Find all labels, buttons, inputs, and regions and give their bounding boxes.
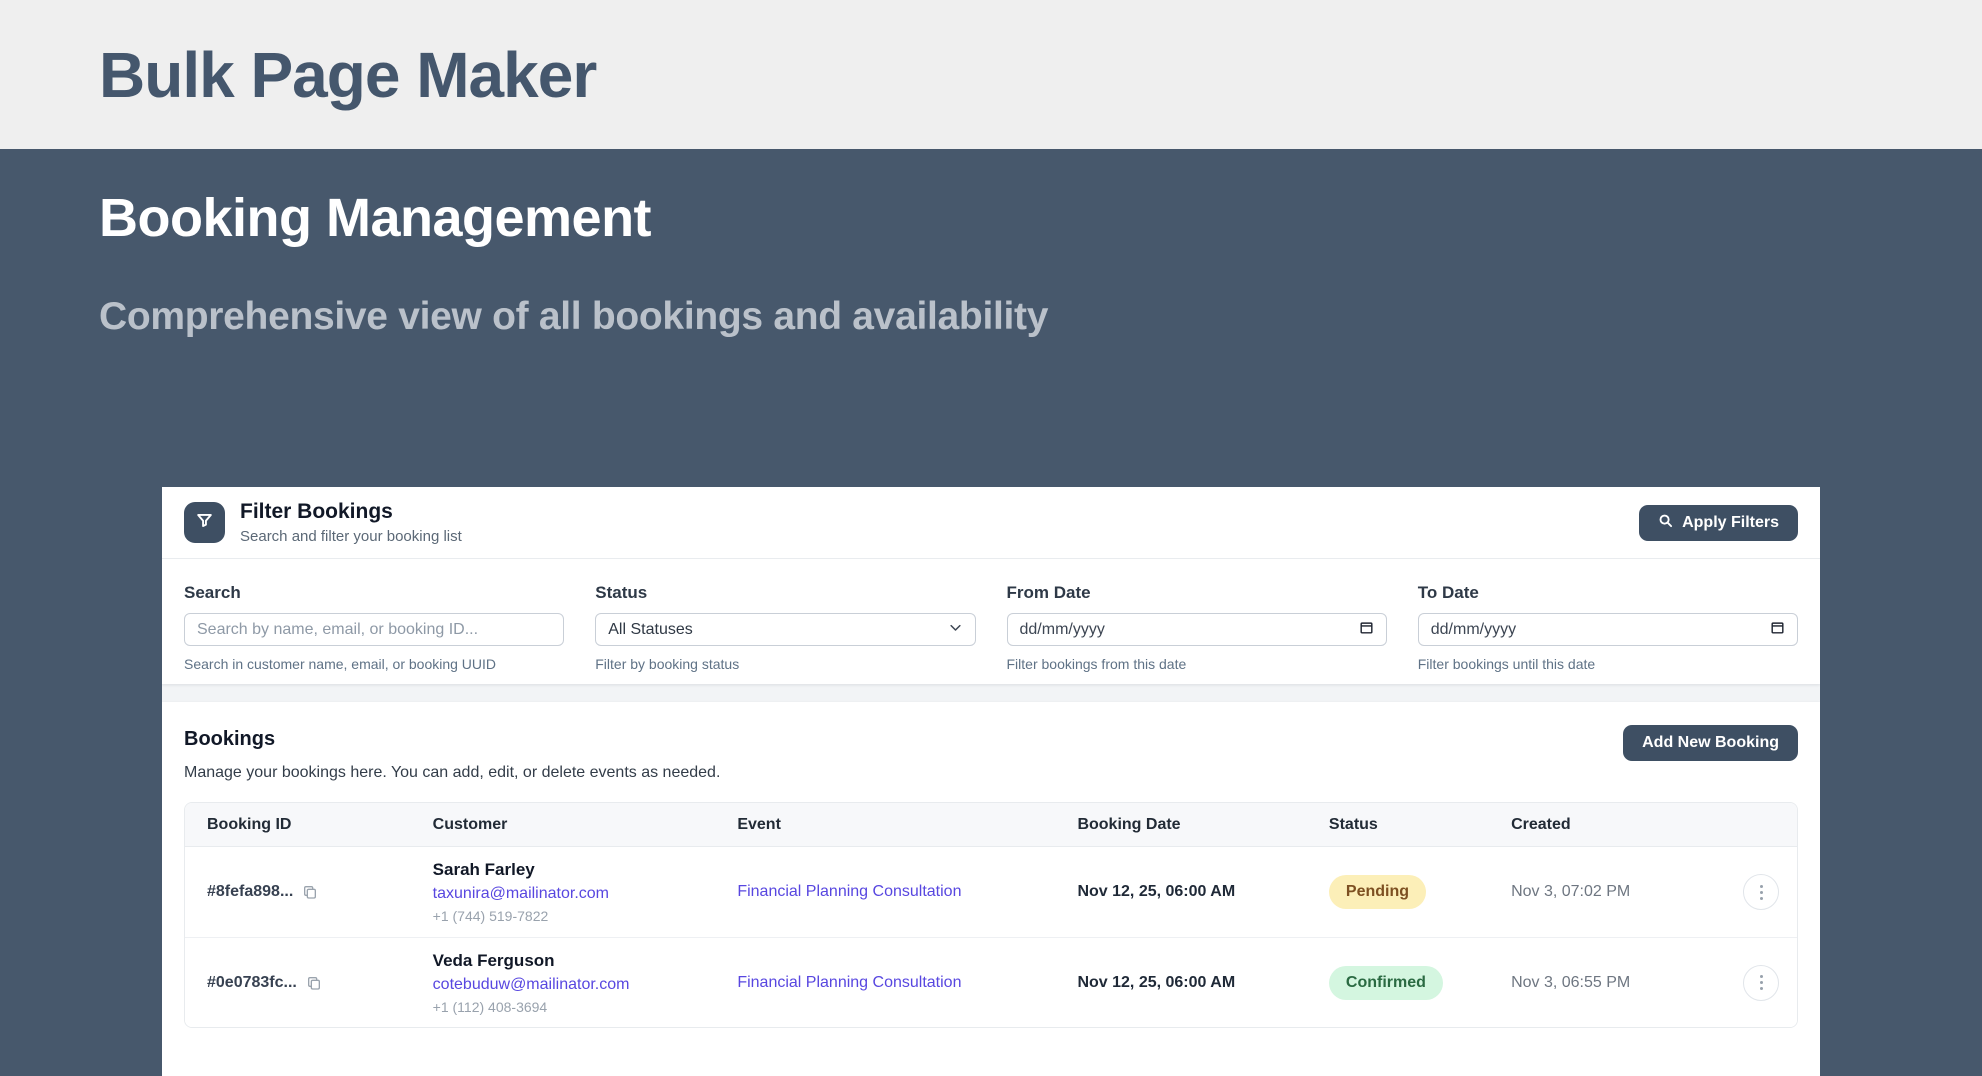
calendar-icon: [1359, 620, 1374, 640]
filter-title: Filter Bookings: [240, 500, 393, 523]
copy-icon[interactable]: [302, 884, 318, 900]
copy-icon[interactable]: [306, 975, 322, 991]
col-header-customer: Customer: [432, 815, 508, 833]
booking-id: #0e0783fc...: [207, 973, 297, 991]
bookings-header: Bookings Manage your bookings here. You …: [162, 702, 1820, 782]
bookings-card: Bookings Manage your bookings here. You …: [162, 702, 1820, 1076]
from-date-help: Filter bookings from this date: [1006, 656, 1187, 672]
status-field-group: Status All Statuses Filter by booking st…: [595, 583, 976, 672]
booking-id: #8fefa898...: [207, 883, 294, 900]
customer-phone: +1 (112) 408-3694: [432, 998, 548, 1015]
created-at: Nov 3, 06:55 PM: [1511, 973, 1631, 991]
search-icon: [1658, 513, 1673, 533]
booking-date: Nov 12, 25, 06:00 AM: [1077, 973, 1236, 991]
customer-phone: +1 (744) 519-7822: [432, 908, 549, 924]
apply-filters-button[interactable]: Apply Filters: [1639, 504, 1798, 541]
customer-cell: Veda Ferguson cotebuduw@mailinator.com +…: [411, 951, 716, 1015]
filter-fields: Search Search in customer name, email, o…: [162, 559, 1820, 672]
app-header: Bulk Page Maker: [0, 0, 1982, 149]
add-new-booking-label: Add New Booking: [1642, 734, 1779, 751]
from-date-value: dd/mm/yyyy: [1019, 620, 1105, 638]
booking-date: Nov 12, 25, 06:00 AM: [1077, 883, 1236, 900]
table-row: #0e0783fc... Veda Ferguson cotebuduw@mai…: [185, 937, 1797, 1027]
status-cell: Pending: [1307, 875, 1489, 909]
actions-cell: [1668, 874, 1797, 910]
search-input[interactable]: [184, 613, 565, 646]
status-select-value: All Statuses: [608, 620, 693, 638]
filter-icon-box: [184, 502, 225, 543]
from-date-label: From Date: [1006, 583, 1091, 602]
status-badge: Confirmed: [1328, 965, 1443, 1000]
search-help: Search in customer name, email, or booki…: [184, 656, 497, 672]
event-link[interactable]: Financial Planning Consultation: [715, 883, 1055, 901]
to-date-value: dd/mm/yyyy: [1430, 620, 1517, 638]
to-date-label: To Date: [1417, 583, 1479, 602]
customer-email-link[interactable]: cotebuduw@mailinator.com: [433, 976, 716, 994]
col-header-event: Event: [737, 815, 781, 833]
search-field-group: Search Search in customer name, email, o…: [184, 583, 565, 672]
from-date-field-group: From Date dd/mm/yyyy Filter bookings fro…: [1006, 583, 1387, 672]
booking-id-cell: #8fefa898...: [185, 883, 411, 901]
bookings-title: Bookings: [184, 728, 276, 750]
funnel-icon: [195, 511, 214, 535]
col-header-status: Status: [1328, 815, 1378, 833]
apply-filters-label: Apply Filters: [1682, 513, 1779, 531]
status-select[interactable]: All Statuses: [595, 613, 976, 646]
to-date-help: Filter bookings until this date: [1417, 656, 1596, 672]
status-cell: Confirmed: [1307, 965, 1489, 1000]
col-header-created: Created: [1511, 815, 1571, 833]
app-title: Bulk Page Maker: [99, 38, 597, 111]
actions-cell: [1668, 964, 1797, 1001]
col-header-booking-id: Booking ID: [207, 815, 292, 833]
page-subtitle: Comprehensive view of all bookings and a…: [99, 295, 1049, 338]
hero-section: Booking Management Comprehensive view of…: [0, 149, 1982, 339]
add-new-booking-button[interactable]: Add New Booking: [1623, 725, 1798, 761]
bookings-table: Booking ID Customer Event Booking Date S…: [184, 802, 1798, 1028]
calendar-icon: [1770, 620, 1785, 640]
col-header-booking-date: Booking Date: [1077, 815, 1181, 833]
filter-card-header: Filter Bookings Search and filter your b…: [162, 487, 1820, 559]
booking-id-cell: #0e0783fc...: [185, 974, 411, 992]
status-label: Status: [595, 583, 648, 602]
customer-name: Veda Ferguson: [432, 950, 555, 970]
to-date-input[interactable]: dd/mm/yyyy: [1417, 613, 1798, 646]
customer-name: Sarah Farley: [432, 860, 535, 879]
row-actions-kebab-icon[interactable]: [1743, 964, 1779, 1001]
customer-cell: Sarah Farley taxunira@mailinator.com +1 …: [411, 860, 716, 924]
status-badge: Pending: [1328, 875, 1427, 909]
chevron-down-icon: [948, 620, 963, 640]
row-actions-kebab-icon[interactable]: [1743, 874, 1779, 910]
table-row: #8fefa898... Sarah Farley taxunira@maili…: [185, 847, 1797, 937]
to-date-field-group: To Date dd/mm/yyyy Filter bookings until…: [1417, 583, 1798, 672]
content-column: Filter Bookings Search and filter your b…: [162, 487, 1820, 1076]
bookings-description: Manage your bookings here. You can add, …: [184, 764, 721, 781]
event-link[interactable]: Financial Planning Consultation: [715, 974, 1055, 992]
created-at: Nov 3, 07:02 PM: [1511, 883, 1631, 900]
search-label: Search: [184, 583, 241, 602]
page-title: Booking Management: [99, 188, 652, 248]
filter-subtitle: Search and filter your booking list: [240, 528, 462, 545]
customer-email-link[interactable]: taxunira@mailinator.com: [433, 885, 716, 903]
table-header-row: Booking ID Customer Event Booking Date S…: [185, 803, 1797, 847]
filter-titles: Filter Bookings Search and filter your b…: [240, 500, 1639, 545]
from-date-input[interactable]: dd/mm/yyyy: [1006, 613, 1387, 646]
filter-card: Filter Bookings Search and filter your b…: [162, 487, 1820, 684]
status-help: Filter by booking status: [595, 656, 740, 672]
